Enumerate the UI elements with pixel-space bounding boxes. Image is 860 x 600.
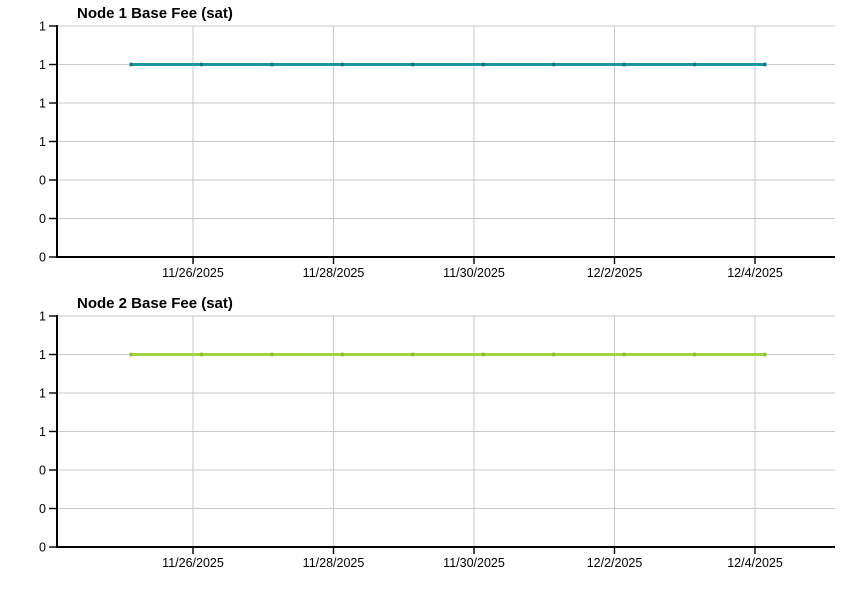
x-tick-label: 11/30/2025	[443, 556, 505, 570]
node2-chart-plot-area: 1 1 1 1 0 0 0 11/26/2025 11/28/2025 11/30/2025 12/…	[0, 290, 860, 580]
data-point-marker	[482, 63, 485, 67]
y-axis-tick-labels: 1 1 1 1 0 0 0	[39, 20, 46, 265]
y-tick-label: 1	[39, 425, 46, 439]
x-tick-label: 11/28/2025	[303, 556, 365, 570]
data-point-marker	[270, 63, 273, 67]
y-tick-label: 1	[39, 348, 46, 362]
x-tick-label: 11/26/2025	[162, 266, 224, 280]
series-line	[130, 353, 767, 357]
node1-base-fee-chart: Node 1 Base Fee (sat) 111100011/26/20251…	[0, 0, 860, 290]
chart-dashboard: Node 1 Base Fee (sat) 111100011/26/20251…	[0, 0, 860, 600]
x-tick-label: 12/2/2025	[587, 266, 643, 280]
gridlines	[57, 26, 835, 257]
data-point-marker	[482, 353, 485, 357]
node1-chart-plot-area: 1 1 1 1 0 0 0 11/26/2025 11/28/2025 11/30/2025 12/…	[0, 0, 860, 290]
x-axis-tick-labels: 11/26/2025 11/28/2025 11/30/2025 12/2/2025 1…	[162, 266, 783, 280]
x-tick-label: 11/26/2025	[162, 556, 224, 570]
data-point-marker	[341, 353, 344, 357]
series-line	[130, 63, 767, 67]
data-point-marker	[200, 63, 203, 67]
y-tick-label: 1	[39, 20, 46, 34]
data-point-marker	[200, 353, 203, 357]
data-point-marker	[693, 63, 696, 67]
y-tick-label: 0	[39, 541, 46, 555]
y-tick-label: 0	[39, 464, 46, 478]
y-tick-label: 1	[39, 387, 46, 401]
data-point-marker	[623, 353, 626, 357]
gridlines	[57, 316, 835, 547]
data-point-marker	[341, 63, 344, 67]
data-point-marker	[764, 63, 767, 67]
y-tick-label: 0	[39, 502, 46, 516]
node2-base-fee-chart: Node 2 Base Fee (sat) 111100011/26/20251…	[0, 290, 860, 580]
data-point-marker	[130, 353, 133, 357]
data-point-marker	[411, 353, 414, 357]
x-tick-label: 12/4/2025	[727, 556, 783, 570]
y-tick-label: 0	[39, 212, 46, 226]
tick-marks	[49, 26, 755, 264]
y-axis-tick-labels: 1 1 1 1 0 0 0	[39, 310, 46, 555]
data-point-marker	[270, 353, 273, 357]
y-tick-label: 0	[39, 251, 46, 265]
y-tick-label: 1	[39, 97, 46, 111]
data-point-marker	[693, 353, 696, 357]
data-point-marker	[764, 353, 767, 357]
x-tick-label: 11/30/2025	[443, 266, 505, 280]
data-point-marker	[623, 63, 626, 67]
data-point-marker	[552, 63, 555, 67]
y-tick-label: 1	[39, 58, 46, 72]
y-tick-label: 0	[39, 174, 46, 188]
tick-marks	[49, 316, 755, 554]
x-tick-label: 12/4/2025	[727, 266, 783, 280]
data-point-marker	[130, 63, 133, 67]
y-tick-label: 1	[39, 310, 46, 324]
data-point-marker	[552, 353, 555, 357]
x-axis-tick-labels: 11/26/2025 11/28/2025 11/30/2025 12/2/2025 1…	[162, 556, 783, 570]
x-tick-label: 11/28/2025	[303, 266, 365, 280]
y-tick-label: 1	[39, 135, 46, 149]
data-point-marker	[411, 63, 414, 67]
x-tick-label: 12/2/2025	[587, 556, 643, 570]
